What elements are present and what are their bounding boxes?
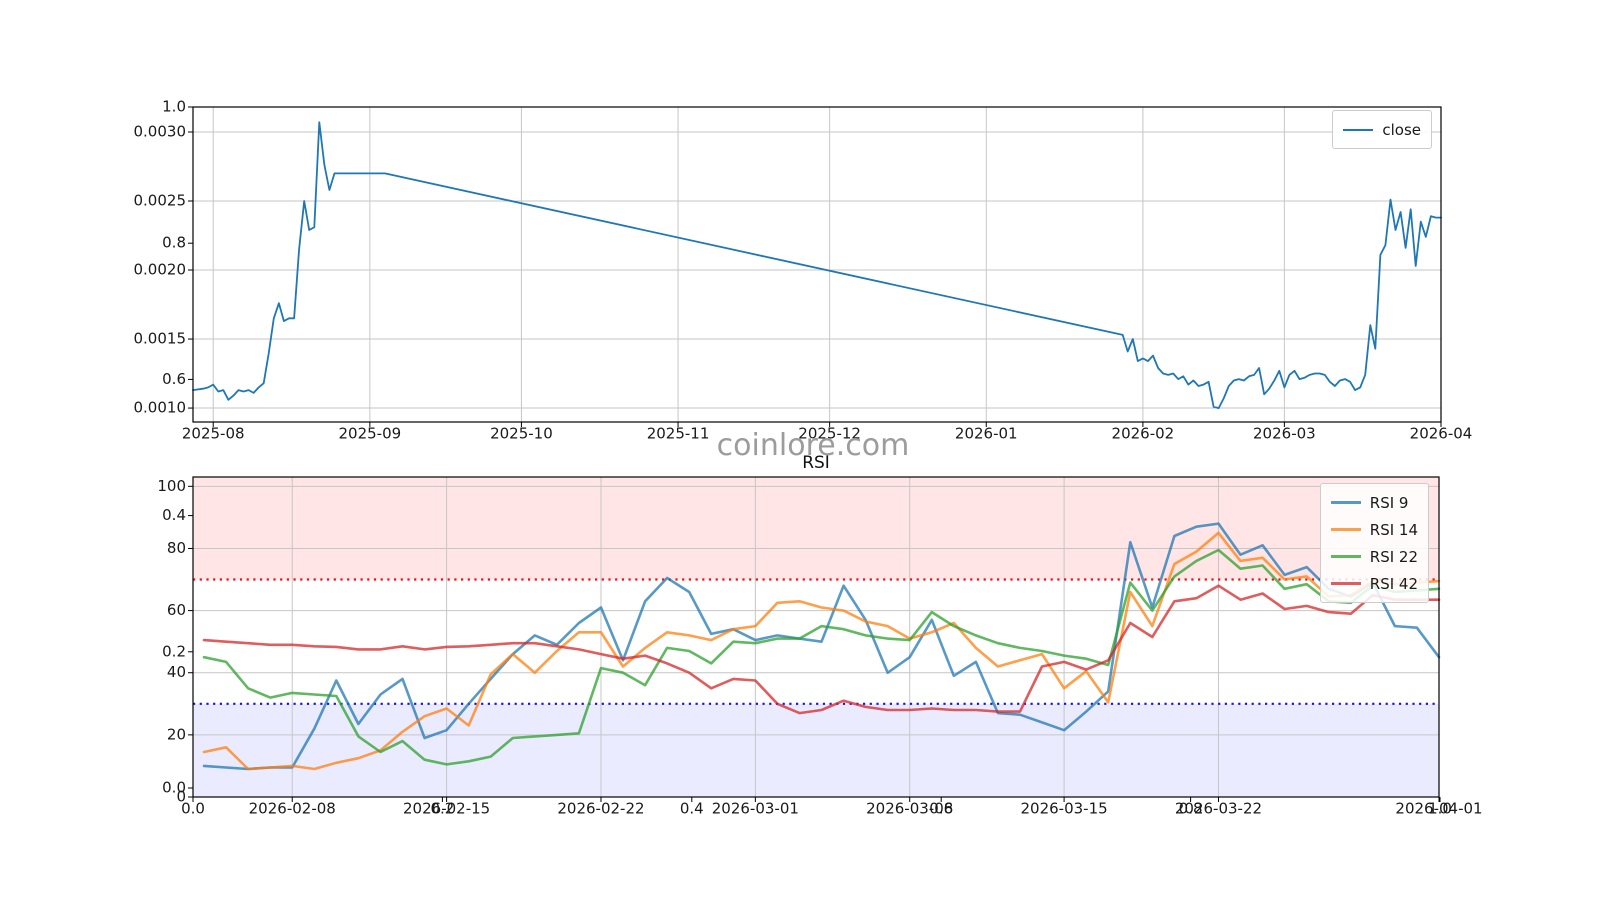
- close-legend-label: close: [1382, 120, 1421, 139]
- legend-item-rsi42: RSI 42: [1330, 570, 1418, 597]
- svg-text:0.0030: 0.0030: [134, 122, 187, 140]
- twin-x-label: 0.4: [680, 800, 704, 818]
- twin-x-label: 0.0: [181, 800, 205, 818]
- svg-text:2025-10: 2025-10: [490, 425, 553, 443]
- rsi22-legend-label: RSI 22: [1369, 547, 1418, 566]
- close-legend[interactable]: close: [1332, 110, 1432, 149]
- svg-text:0.0015: 0.0015: [134, 330, 187, 348]
- svg-text:40: 40: [167, 663, 186, 681]
- rsi42-line-swatch: [1330, 582, 1361, 585]
- svg-text:2026-02-08: 2026-02-08: [249, 800, 336, 818]
- svg-text:20: 20: [167, 725, 186, 743]
- rsi22-line-swatch: [1330, 555, 1361, 558]
- twin-y-label: 0.6: [162, 370, 186, 388]
- svg-text:0.0025: 0.0025: [134, 192, 187, 210]
- legend-item-rsi22: RSI 22: [1330, 543, 1418, 570]
- svg-text:2026-04: 2026-04: [1410, 425, 1473, 443]
- legend-item-rsi14: RSI 14: [1330, 516, 1418, 543]
- twin-y-label: 0.2: [162, 642, 186, 660]
- rsi-legend[interactable]: RSI 9 RSI 14 RSI 22 RSI 42: [1319, 483, 1429, 603]
- rsi42-legend-label: RSI 42: [1369, 574, 1418, 593]
- twin-x-label: 0.2: [430, 800, 454, 818]
- close-line-swatch: [1343, 128, 1374, 131]
- svg-text:2026-03-01: 2026-03-01: [712, 800, 799, 818]
- svg-text:2025-08: 2025-08: [182, 425, 245, 443]
- twin-x-label: 1.0: [1428, 800, 1452, 818]
- rsi9-line-swatch: [1330, 501, 1361, 504]
- svg-text:2026-02-22: 2026-02-22: [557, 800, 644, 818]
- svg-text:100: 100: [157, 477, 186, 495]
- svg-text:60: 60: [167, 601, 186, 619]
- twin-y-label: 0.8: [162, 234, 186, 252]
- rsi9-legend-label: RSI 9: [1369, 493, 1409, 512]
- svg-text:2026-01: 2026-01: [955, 425, 1018, 443]
- svg-text:2026-02: 2026-02: [1112, 425, 1175, 443]
- rsi14-line-swatch: [1330, 528, 1361, 531]
- twin-x-label: 0.6: [929, 800, 953, 818]
- price-chart-lines: [192, 121, 1442, 410]
- twin-y-label: 1.0: [162, 98, 186, 116]
- svg-text:2025-11: 2025-11: [647, 425, 710, 443]
- close-line: [192, 121, 1442, 410]
- rsi14-legend-label: RSI 14: [1369, 520, 1418, 539]
- svg-text:2026-03: 2026-03: [1253, 425, 1316, 443]
- rsi-42-line: [202, 584, 1441, 715]
- twin-y-label: 0.4: [162, 506, 186, 524]
- figure-root: 2025-08 2025-09 2025-10 2025-11 2025-12 2026-…: [0, 0, 1600, 900]
- legend-item-rsi9: RSI 9: [1330, 489, 1418, 516]
- svg-text:2025-09: 2025-09: [338, 425, 401, 443]
- overbought-band: [193, 477, 1439, 580]
- svg-text:80: 80: [167, 539, 186, 557]
- twin-y-label: 0.0: [162, 779, 186, 797]
- svg-text:0.0010: 0.0010: [134, 399, 187, 417]
- rsi-bands: [193, 477, 1439, 797]
- rsi-chart-title: RSI: [802, 453, 830, 473]
- legend-item-close: close: [1343, 116, 1421, 143]
- svg-text:0.0020: 0.0020: [134, 261, 187, 279]
- svg-text:2026-03-15: 2026-03-15: [1021, 800, 1108, 818]
- twin-x-label: 0.8: [1179, 800, 1203, 818]
